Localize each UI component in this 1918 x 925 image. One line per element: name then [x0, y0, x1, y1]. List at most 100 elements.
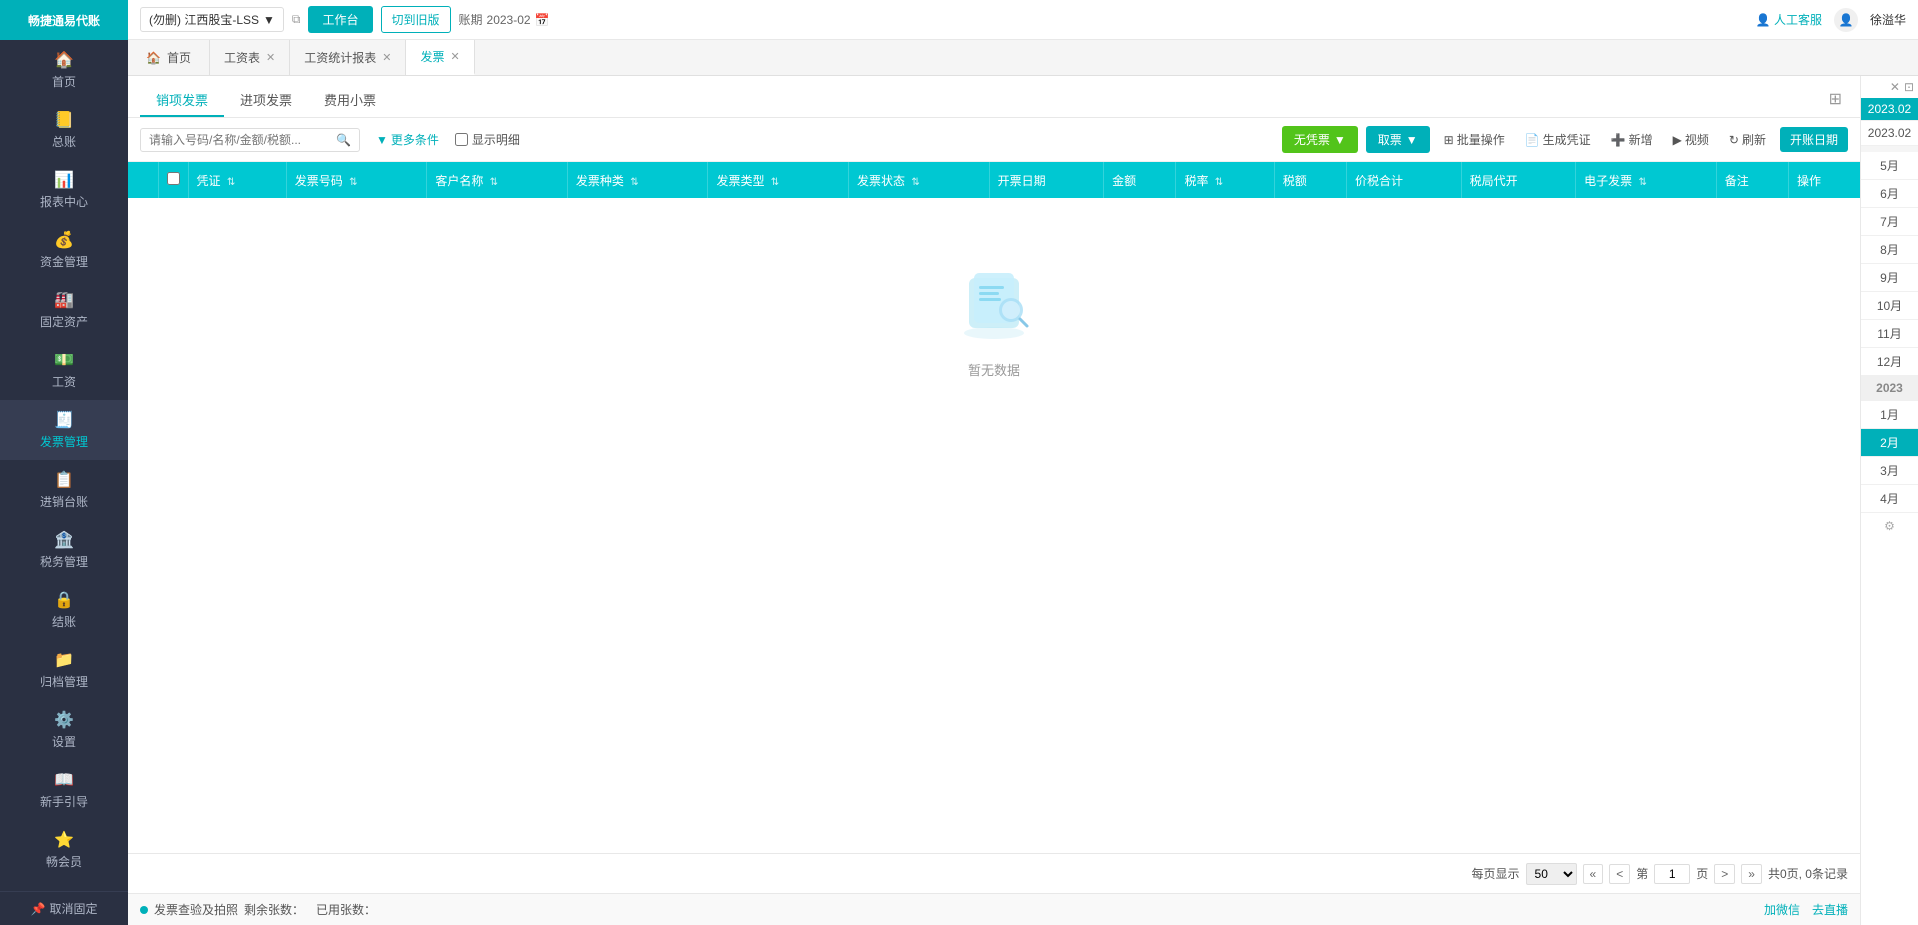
date-item-aug[interactable]: 8月 [1861, 236, 1918, 264]
sidebar-item-settings[interactable]: ⚙️ 设置 [0, 700, 128, 760]
close-salary-tab-icon[interactable]: ✕ [266, 51, 275, 64]
close-invoice-tab-icon[interactable]: ✕ [450, 50, 459, 63]
switch-version-button[interactable]: 切到旧版 [381, 6, 451, 33]
date-item-oct[interactable]: 10月 [1861, 292, 1918, 320]
search-bar[interactable]: 🔍 [140, 128, 360, 152]
show-detail-checkbox[interactable]: 显示明细 [455, 131, 520, 148]
tab-invoice[interactable]: 发票 ✕ [406, 40, 474, 75]
sidebar-item-ledger[interactable]: 📒 总账 [0, 100, 128, 160]
sidebar-item-sales[interactable]: 📋 进销台账 [0, 460, 128, 520]
date-panel-footer[interactable]: ⚙ [1861, 513, 1918, 539]
assets-icon: 🏭 [54, 290, 74, 310]
sidebar-item-member[interactable]: ⭐ 畅会员 [0, 820, 128, 880]
date-item-header[interactable]: 2023.02 [1861, 98, 1918, 121]
sidebar-item-tax[interactable]: 🏦 税务管理 [0, 520, 128, 580]
sort-icon[interactable]: ⇅ [1215, 177, 1223, 188]
th-tax: 税额 [1274, 162, 1346, 198]
reports-icon: 📊 [54, 170, 74, 190]
date-item-nov[interactable]: 11月 [1861, 320, 1918, 348]
date-item-dec[interactable]: 12月 [1861, 348, 1918, 376]
sort-icon[interactable]: ⇅ [227, 177, 235, 188]
page-input[interactable] [1654, 864, 1690, 884]
prev-page-button[interactable]: < [1609, 864, 1630, 884]
period-calendar-icon[interactable]: 📅 [535, 13, 550, 27]
tab-salary-stats[interactable]: 工资统计报表 ✕ [290, 40, 406, 75]
add-wechat-link[interactable]: 加微信 [1764, 901, 1800, 918]
date-item-mar-2023[interactable]: 3月 [1861, 457, 1918, 485]
invoice-icon: 🧾 [54, 410, 74, 430]
copy-icon[interactable]: ⧉ [292, 12, 301, 27]
member-icon: ⭐ [54, 830, 74, 850]
refresh-button[interactable]: ↻ 刷新 [1723, 127, 1772, 152]
filter-button[interactable]: ▼ 更多条件 [368, 127, 447, 152]
sort-icon[interactable]: ⇅ [490, 177, 498, 188]
sidebar-item-reports[interactable]: 📊 报表中心 [0, 160, 128, 220]
date-item-feb-2023[interactable]: 2月 [1861, 429, 1918, 457]
next-page-button[interactable]: > [1714, 864, 1735, 884]
refresh-icon: ↻ [1729, 133, 1739, 147]
main-content: 销项发票 进项发票 费用小票 ⊞ 🔍 ▼ 更多条件 [128, 76, 1860, 925]
date-item-may[interactable]: 5月 [1861, 152, 1918, 180]
sort-icon[interactable]: ⇅ [771, 177, 779, 188]
search-input[interactable] [149, 133, 332, 147]
sidebar-item-assets[interactable]: 🏭 固定资产 [0, 280, 128, 340]
archive-icon: 📁 [54, 650, 74, 670]
tab-salary-table[interactable]: 工资表 ✕ [210, 40, 290, 75]
sub-tab-sales-invoice[interactable]: 销项发票 [140, 84, 224, 117]
sidebar-item-guide[interactable]: 📖 新手引导 [0, 760, 128, 820]
service-label[interactable]: 👤 人工客服 [1756, 11, 1822, 28]
date-item-2023-02-full[interactable]: 2023.02 [1861, 121, 1918, 146]
sub-tab-purchase-invoice[interactable]: 进项发票 [224, 84, 308, 117]
tab-home[interactable]: 🏠 首页 [128, 40, 210, 75]
sort-icon[interactable]: ⇅ [911, 177, 919, 188]
sidebar-item-label: 畅会员 [46, 853, 82, 870]
home-tab-icon: 🏠 [146, 51, 161, 65]
take-ticket-button[interactable]: 取票 ▼ [1366, 126, 1430, 153]
sidebar-item-label: 固定资产 [40, 313, 88, 330]
first-page-button[interactable]: « [1583, 864, 1604, 884]
select-all-checkbox[interactable] [167, 172, 180, 185]
sidebar-item-payroll[interactable]: 💵 工资 [0, 340, 128, 400]
open-date-button[interactable]: 开账日期 [1780, 127, 1848, 152]
batch-ops-button[interactable]: ⊞ 批量操作 [1438, 127, 1511, 152]
unpin-button[interactable]: 📌 取消固定 [0, 891, 128, 925]
table-view-icon[interactable]: ⊞ [1823, 89, 1848, 109]
date-item-jun[interactable]: 6月 [1861, 180, 1918, 208]
date-item-jul[interactable]: 7月 [1861, 208, 1918, 236]
date-item-apr-2023[interactable]: 4月 [1861, 485, 1918, 513]
sub-tab-expense[interactable]: 费用小票 [308, 84, 392, 117]
sort-icon[interactable]: ⇅ [349, 177, 357, 188]
th-check[interactable] [158, 162, 188, 198]
sidebar-item-home[interactable]: 🏠 首页 [0, 40, 128, 100]
show-detail-input[interactable] [455, 133, 468, 146]
sort-icon[interactable]: ⇅ [1639, 177, 1647, 188]
sidebar-item-archive[interactable]: 📁 归档管理 [0, 640, 128, 700]
company-selector[interactable]: (勿删) 江西股宝-LSS ▼ [140, 7, 284, 32]
new-button[interactable]: ➕ 新增 [1605, 127, 1659, 152]
live-link[interactable]: 去直播 [1812, 901, 1848, 918]
no-voucher-button[interactable]: 无凭票 ▼ [1282, 126, 1358, 153]
user-avatar[interactable]: 👤 [1834, 8, 1858, 32]
sidebar-item-invoice[interactable]: 🧾 发票管理 [0, 400, 128, 460]
close-salary-stats-tab-icon[interactable]: ✕ [382, 51, 391, 64]
last-page-button[interactable]: » [1741, 864, 1762, 884]
settings-icon: ⚙️ [54, 710, 74, 730]
sidebar-item-finance[interactable]: 💰 资金管理 [0, 220, 128, 280]
sales-icon: 📋 [54, 470, 74, 490]
gen-voucher-button[interactable]: 📄 生成凭证 [1519, 127, 1597, 152]
date-item-sep[interactable]: 9月 [1861, 264, 1918, 292]
search-icon[interactable]: 🔍 [336, 133, 351, 147]
date-panel: ✕ ⊡ 2023.02 2023.02 5月 6月 7月 8月 [1860, 76, 1918, 925]
page-size-select[interactable]: 20 50 100 [1526, 863, 1577, 885]
sort-icon[interactable]: ⇅ [630, 177, 638, 188]
toolbar-right: 无凭票 ▼ 取票 ▼ ⊞ 批量操作 📄 生成凭 [1282, 126, 1848, 153]
remaining-label: 剩余张数： [244, 901, 304, 918]
sidebar-item-close[interactable]: 🔒 结账 [0, 580, 128, 640]
status-dot [140, 906, 148, 914]
date-item-jan-2023[interactable]: 1月 [1861, 401, 1918, 429]
th-tax-total: 价税合计 [1346, 162, 1461, 198]
expand-date-panel-icon[interactable]: ⊡ [1904, 80, 1914, 94]
close-date-panel-icon[interactable]: ✕ [1890, 80, 1900, 94]
video-button[interactable]: ▶ 视频 [1667, 127, 1715, 152]
workbench-button[interactable]: 工作台 [308, 6, 372, 33]
